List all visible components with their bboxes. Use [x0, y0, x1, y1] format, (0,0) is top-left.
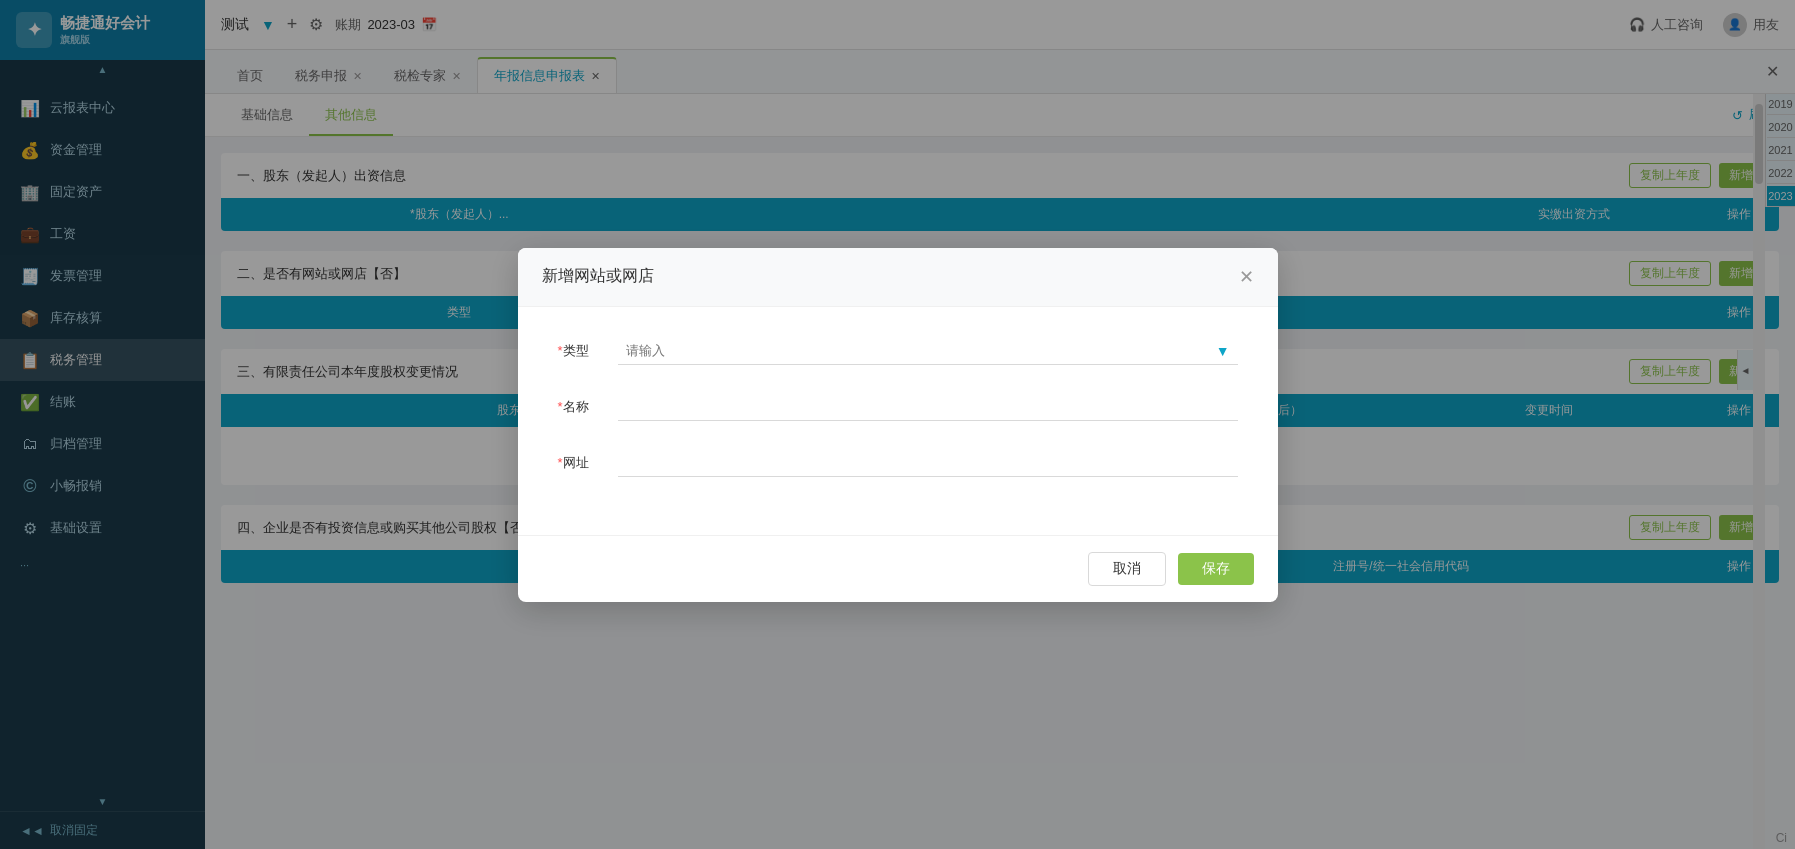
save-button[interactable]: 保存: [1178, 553, 1254, 585]
cancel-button[interactable]: 取消: [1088, 552, 1166, 586]
name-input-wrapper: [618, 393, 1238, 421]
type-label: *类型: [558, 342, 618, 360]
modal-title: 新增网站或网店: [542, 266, 654, 287]
name-required-mark: *: [558, 399, 563, 414]
url-input[interactable]: [618, 449, 1238, 477]
name-label: *名称: [558, 398, 618, 416]
modal-close-button[interactable]: ✕: [1239, 266, 1254, 288]
type-required-mark: *: [558, 343, 563, 358]
modal-header: 新增网站或网店 ✕: [518, 248, 1278, 307]
url-label: *网址: [558, 454, 618, 472]
form-field-url: *网址: [558, 449, 1238, 477]
name-input[interactable]: [618, 393, 1238, 421]
url-required-mark: *: [558, 455, 563, 470]
add-website-modal: 新增网站或网店 ✕ *类型 ▼ *名称: [518, 248, 1278, 602]
form-field-type: *类型 ▼: [558, 337, 1238, 365]
form-field-name: *名称: [558, 393, 1238, 421]
type-input[interactable]: [618, 337, 1238, 365]
modal-footer: 取消 保存: [518, 535, 1278, 602]
modal-body: *类型 ▼ *名称 *网址: [518, 307, 1278, 535]
type-input-wrapper: ▼: [618, 337, 1238, 365]
url-input-wrapper: [618, 449, 1238, 477]
modal-overlay[interactable]: 新增网站或网店 ✕ *类型 ▼ *名称: [0, 0, 1795, 849]
